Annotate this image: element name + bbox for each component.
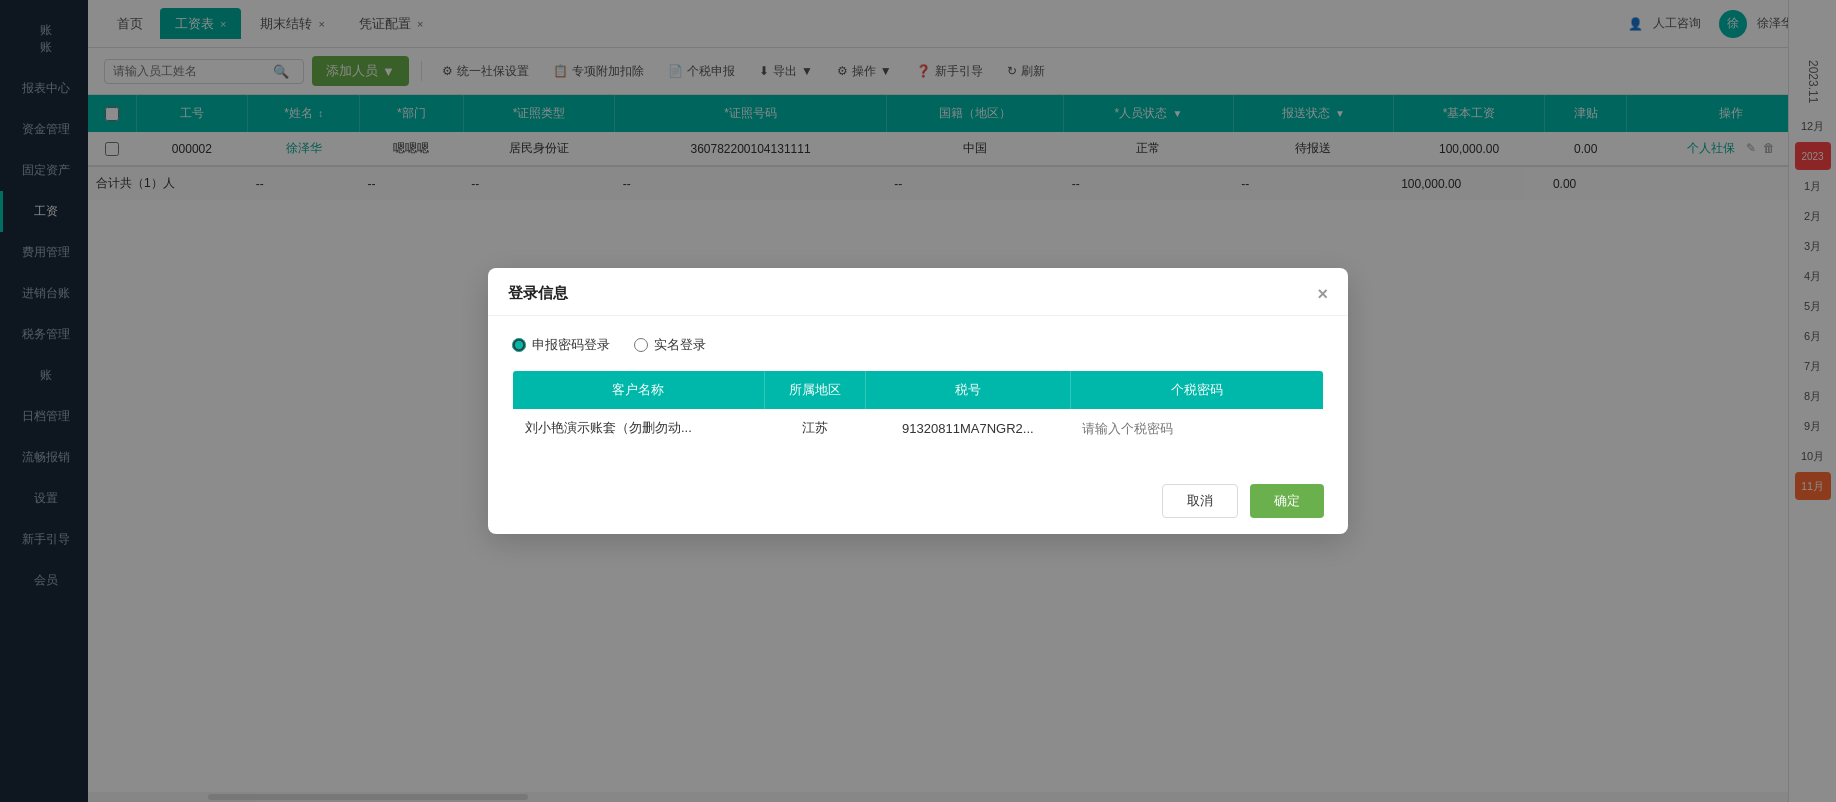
client-table: 客户名称 所属地区 税号 个税密码 刘小艳演示账套（勿删勿动... 江苏 913… [512,370,1324,448]
th-tax-no: 税号 [866,371,1071,410]
th-client-name: 客户名称 [513,371,765,410]
radio-realname-login[interactable]: 实名登录 [634,336,706,354]
dialog-header: 登录信息 × [488,268,1348,316]
tax-password-input[interactable] [1082,421,1311,436]
client-table-body: 刘小艳演示账套（勿删勿动... 江苏 91320811MA7NGR2... [513,409,1324,448]
cancel-button[interactable]: 取消 [1162,484,1238,518]
radio-password-login[interactable]: 申报密码登录 [512,336,610,354]
client-name-cell: 刘小艳演示账套（勿删勿动... [513,409,765,448]
radio-password-label: 申报密码登录 [532,336,610,354]
radio-realname-input[interactable] [634,338,648,352]
dialog-footer: 取消 确定 [488,468,1348,534]
radio-password-input[interactable] [512,338,526,352]
login-info-dialog: 登录信息 × 申报密码登录 实名登录 客户名称 所属地区 [488,268,1348,534]
dialog-close-button[interactable]: × [1317,285,1328,303]
dialog-body: 申报密码登录 实名登录 客户名称 所属地区 税号 个税密码 [488,316,1348,468]
dialog-title: 登录信息 [508,284,568,303]
client-region-cell: 江苏 [764,409,865,448]
confirm-button[interactable]: 确定 [1250,484,1324,518]
th-region: 所属地区 [764,371,865,410]
th-tax-password: 个税密码 [1070,371,1323,410]
client-tax-password-cell[interactable] [1070,409,1323,448]
radio-realname-label: 实名登录 [654,336,706,354]
login-type-radio-group: 申报密码登录 实名登录 [512,336,1324,354]
client-table-row: 刘小艳演示账套（勿删勿动... 江苏 91320811MA7NGR2... [513,409,1324,448]
dialog-overlay: 登录信息 × 申报密码登录 实名登录 客户名称 所属地区 [0,0,1836,802]
client-tax-no-cell: 91320811MA7NGR2... [866,409,1071,448]
client-table-header: 客户名称 所属地区 税号 个税密码 [513,371,1324,410]
